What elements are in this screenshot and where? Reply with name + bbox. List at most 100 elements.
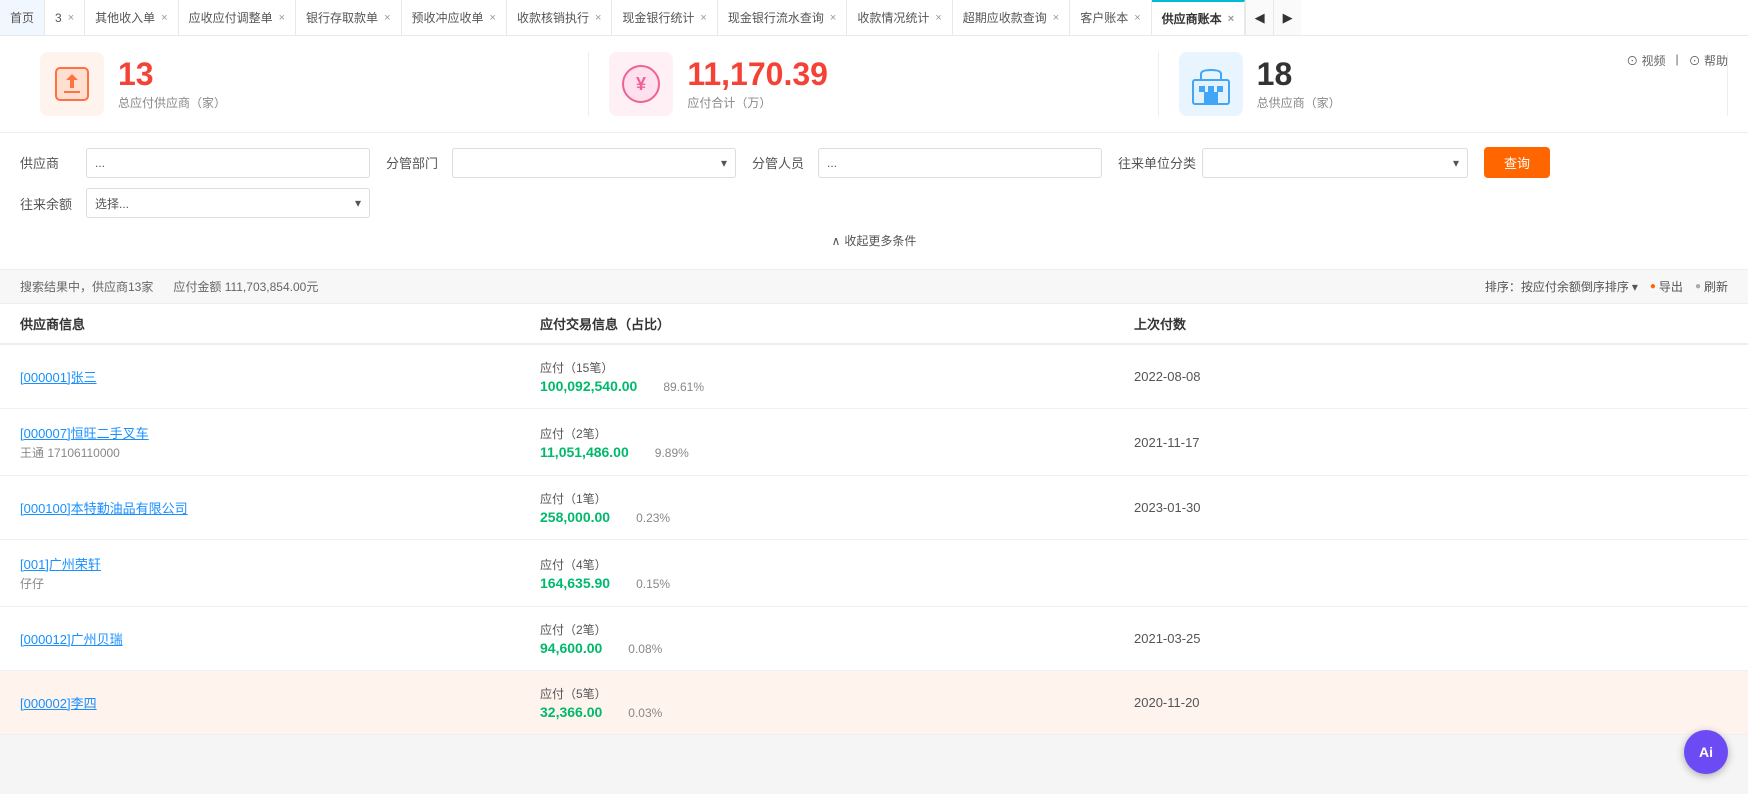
search-button[interactable]: 查询	[1484, 147, 1550, 178]
table-row[interactable]: [000007]恒旺二手叉车 王通 17106110000 应付（2笔） 11,…	[0, 409, 1748, 476]
collapse-chevron-icon: ∧	[832, 234, 841, 248]
table-row[interactable]: [001]广州荣轩 仔仔 应付（4笔） 164,635.90 0.15%	[0, 540, 1748, 607]
nav-tab-home-label: 首页	[10, 9, 34, 26]
table-row[interactable]: [000002]李四 应付（5笔） 32,366.00 0.03% 2020-1…	[0, 671, 1748, 735]
nav-tab-cash-stat-close[interactable]: ×	[700, 12, 706, 24]
nav-tab-collection-close[interactable]: ×	[595, 12, 601, 24]
dept-filter-label: 分管部门	[386, 153, 446, 172]
nav-tab-collection-label: 收款核销执行	[517, 9, 589, 26]
payable-label: 应付（4笔）	[540, 556, 1134, 573]
supplier-name-link[interactable]: [000007]恒旺二手叉车	[20, 423, 540, 442]
balance-chevron-icon: ▾	[355, 196, 361, 210]
nav-tab-other-income-close[interactable]: ×	[161, 12, 167, 24]
refresh-button[interactable]: 刷新	[1695, 278, 1728, 295]
collapse-bar: ∧ 收起更多条件	[20, 228, 1728, 259]
payable-info-cell: 应付（2笔） 11,051,486.00 9.89%	[540, 425, 1134, 460]
nav-tab-supplier-close[interactable]: ×	[1228, 13, 1234, 25]
supplier-filter-label: 供应商	[20, 153, 80, 172]
filter-row-1: 供应商 ... 分管部门 ▾ 分管人员 ... 往来单位分类 ▾	[20, 147, 1728, 178]
stat-icon-3	[1179, 52, 1243, 116]
stat-bar: 13 总应付供应商（家） ¥ 11,170.39 应付合计（万）	[0, 36, 1748, 133]
last-pay-cell: 2023-01-30	[1134, 500, 1728, 515]
supplier-info-cell: [000012]广州贝瑞	[20, 629, 540, 648]
ai-button[interactable]: Ai	[1684, 730, 1728, 774]
nav-tab-bank-deposit-label: 银行存取款单	[306, 9, 378, 26]
table-header-payable: 应付交易信息（占比）	[540, 314, 1134, 333]
stat-icon-2: ¥	[609, 52, 673, 116]
filter-item-balance: 往来余额 选择... ▾	[20, 188, 370, 218]
collapse-button[interactable]: ∧ 收起更多条件	[832, 232, 917, 249]
nav-tab-other-income[interactable]: 其他收入单 ×	[85, 0, 178, 35]
export-button[interactable]: 导出	[1650, 278, 1683, 295]
stat-num-payable-total: 11,170.39	[687, 58, 828, 90]
filter-item-supplier: 供应商 ...	[20, 148, 370, 178]
video-link[interactable]: ⊙ 视频	[1626, 52, 1665, 69]
nav-tab-ar-adjust-close[interactable]: ×	[279, 12, 285, 24]
payable-info-cell: 应付（15笔） 100,092,540.00 89.61%	[540, 359, 1134, 394]
supplier-name-link[interactable]: [001]广州荣轩	[20, 554, 540, 573]
payable-label: 应付（1笔）	[540, 490, 1134, 507]
unit-class-select[interactable]: ▾	[1202, 148, 1468, 178]
payable-amount: 11,051,486.00	[540, 444, 629, 460]
nav-tab-customer-close[interactable]: ×	[1134, 12, 1140, 24]
payable-label: 应付（2笔）	[540, 425, 1134, 442]
nav-tab-customer-label: 客户账本	[1080, 9, 1128, 26]
sort-button[interactable]: 排序：按应付余额倒序排序 ▾	[1485, 278, 1638, 295]
sort-chevron-icon: ▾	[1632, 280, 1638, 294]
supplier-info-cell: [000001]张三	[20, 367, 540, 386]
nav-tab-overdue-close[interactable]: ×	[1053, 12, 1059, 24]
payable-info-cell: 应付（4笔） 164,635.90 0.15%	[540, 556, 1134, 591]
supplier-info-cell: [000100]本特勤油品有限公司	[20, 498, 540, 517]
nav-arrow-left[interactable]: ◀	[1245, 0, 1273, 35]
stat-text-1: 13 总应付供应商（家）	[118, 58, 226, 111]
nav-tab-payment-stat-close[interactable]: ×	[935, 12, 941, 24]
link-separator: |	[1676, 52, 1679, 69]
payable-amount: 258,000.00	[540, 509, 610, 525]
person-input[interactable]: ...	[818, 148, 1102, 178]
payable-percent: 0.23%	[636, 511, 670, 525]
table-header-row: 供应商信息 应付交易信息（占比） 上次付数	[0, 304, 1748, 345]
nav-tab-supplier[interactable]: 供应商账本 ×	[1152, 0, 1245, 35]
supplier-name-link[interactable]: [000100]本特勤油品有限公司	[20, 498, 540, 517]
person-filter-label: 分管人员	[752, 153, 812, 172]
nav-tab-overdue[interactable]: 超期应收款查询 ×	[953, 0, 1070, 35]
ai-label: Ai	[1699, 744, 1713, 760]
nav-tab-prepay[interactable]: 预收冲应收单 ×	[402, 0, 507, 35]
nav-tab-cash-flow[interactable]: 现金银行流水查询 ×	[718, 0, 847, 35]
nav-tab-3[interactable]: 3 ×	[45, 0, 85, 35]
supplier-name-link[interactable]: [000002]李四	[20, 693, 540, 712]
nav-tab-ar-adjust[interactable]: 应收应付调整单 ×	[179, 0, 296, 35]
nav-tab-home[interactable]: 首页	[0, 0, 45, 35]
supplier-info-cell: [000007]恒旺二手叉车 王通 17106110000	[20, 423, 540, 461]
nav-tab-bank-deposit[interactable]: 银行存取款单 ×	[296, 0, 401, 35]
supplier-input[interactable]: ...	[86, 148, 370, 178]
nav-tab-cash-flow-close[interactable]: ×	[830, 12, 836, 24]
supplier-name-link[interactable]: [000012]广州贝瑞	[20, 629, 540, 648]
table-row[interactable]: [000001]张三 应付（15笔） 100,092,540.00 89.61%…	[0, 345, 1748, 409]
help-link[interactable]: ⊙ 帮助	[1689, 52, 1728, 69]
stat-icon-1	[40, 52, 104, 116]
last-pay-date: 2023-01-30	[1134, 500, 1201, 515]
nav-tab-bank-deposit-close[interactable]: ×	[384, 12, 390, 24]
balance-select[interactable]: 选择... ▾	[86, 188, 370, 218]
nav-tab-payment-stat[interactable]: 收款情况统计 ×	[847, 0, 952, 35]
nav-tab-collection[interactable]: 收款核销执行 ×	[507, 0, 612, 35]
dept-select[interactable]: ▾	[452, 148, 736, 178]
balance-filter-label: 往来余额	[20, 194, 80, 213]
last-pay-date: 2021-11-17	[1134, 435, 1200, 450]
nav-tab-cash-stat[interactable]: 现金银行统计 ×	[612, 0, 717, 35]
supplier-info-cell: [000002]李四	[20, 693, 540, 712]
nav-tab-prepay-close[interactable]: ×	[490, 12, 496, 24]
nav-tab-customer[interactable]: 客户账本 ×	[1070, 0, 1151, 35]
unit-class-filter-label: 往来单位分类	[1118, 153, 1196, 172]
nav-arrow-right[interactable]: ▶	[1273, 0, 1301, 35]
table-row[interactable]: [000100]本特勤油品有限公司 应付（1笔） 258,000.00 0.23…	[0, 476, 1748, 540]
payable-info: 11,051,486.00 9.89%	[540, 442, 1134, 460]
nav-tab-payment-stat-label: 收款情况统计	[857, 9, 929, 26]
export-label: 导出	[1659, 278, 1683, 295]
last-pay-date: 2022-08-08	[1134, 369, 1201, 384]
supplier-name-link[interactable]: [000001]张三	[20, 367, 540, 386]
table-row[interactable]: [000012]广州贝瑞 应付（2笔） 94,600.00 0.08% 2021…	[0, 607, 1748, 671]
nav-tab-3-close[interactable]: ×	[68, 12, 74, 24]
nav-tab-other-income-label: 其他收入单	[95, 9, 155, 26]
